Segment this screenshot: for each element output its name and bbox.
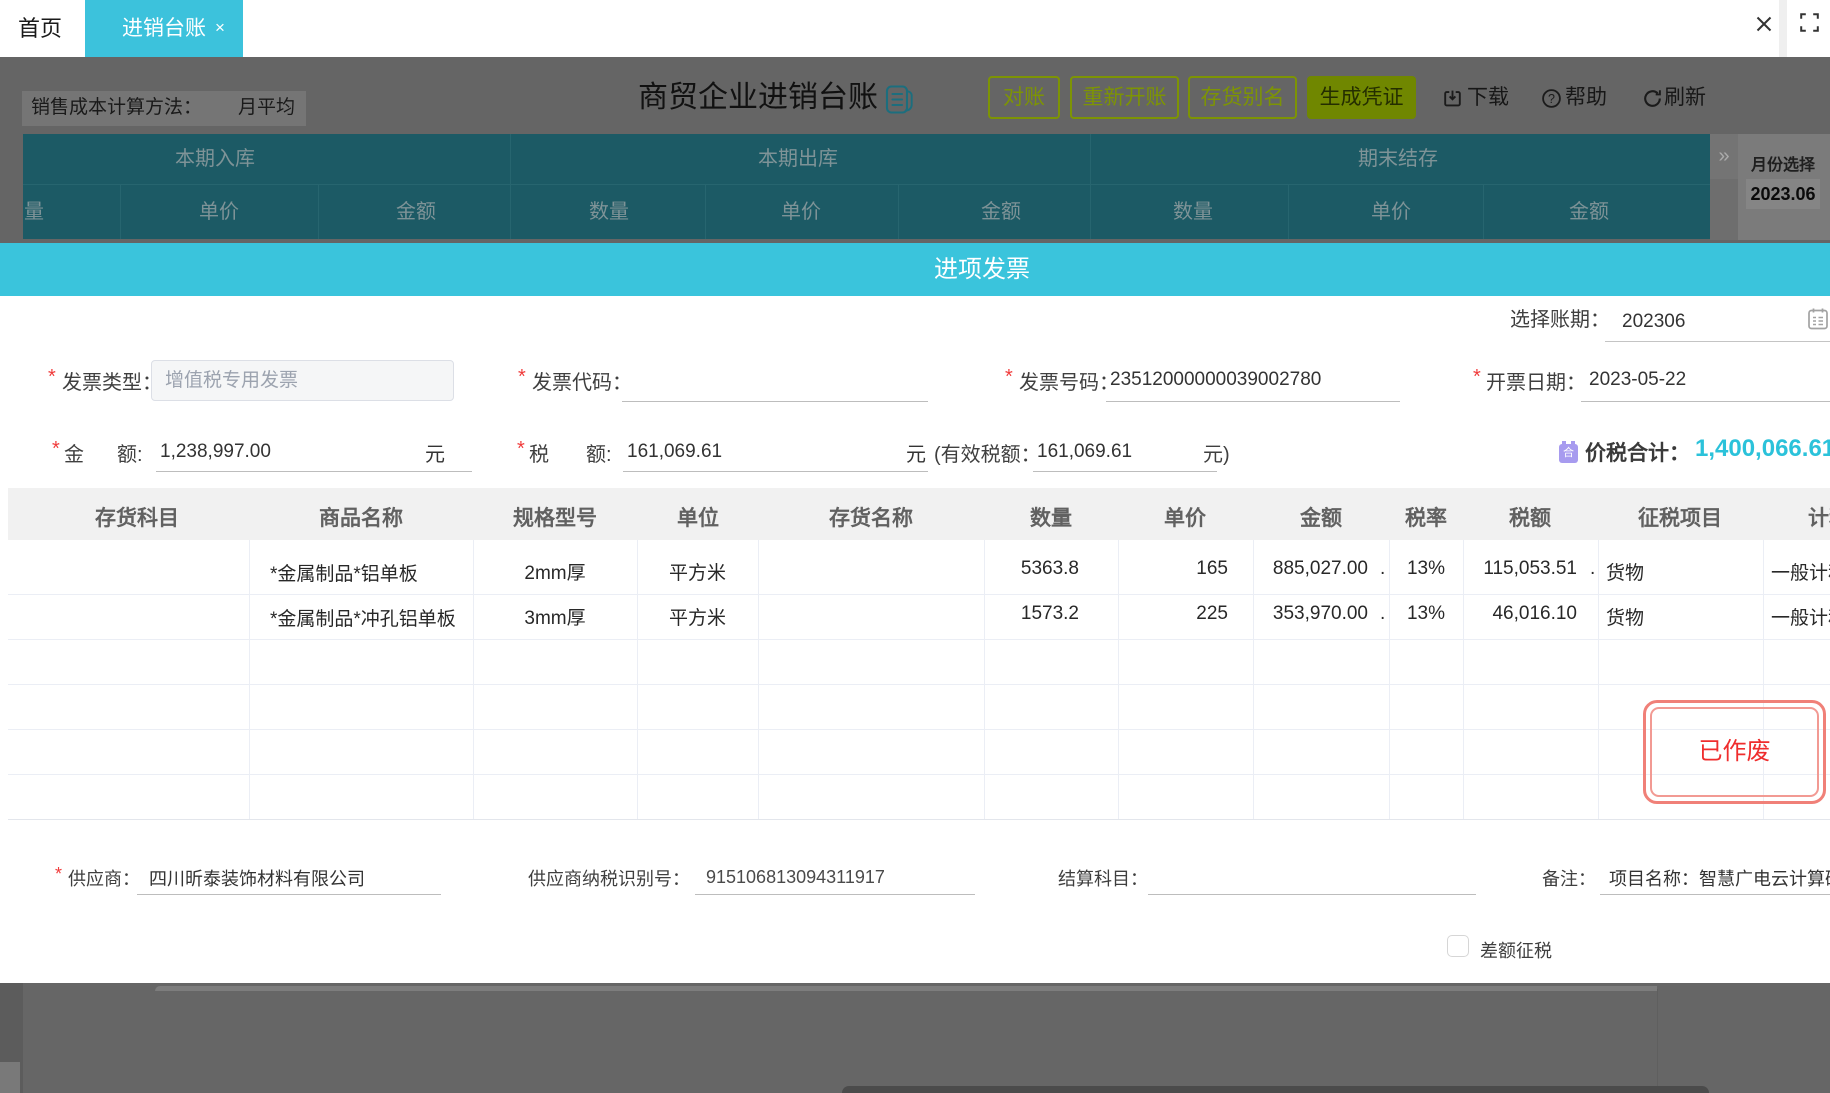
svg-text:?: ? — [1548, 92, 1555, 106]
